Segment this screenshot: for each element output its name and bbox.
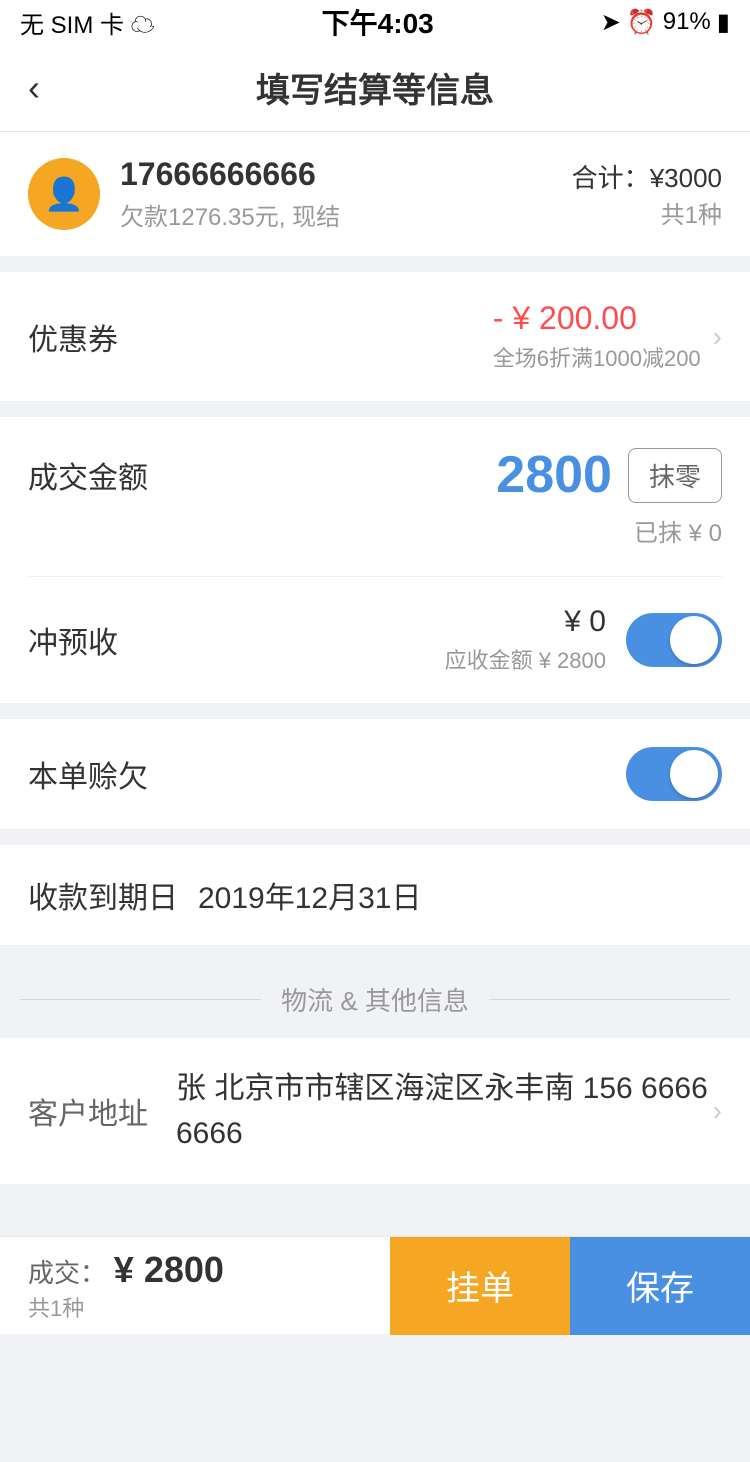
due-date-row: 收款到期日 2019年12月31日	[0, 845, 750, 945]
due-date-value: 2019年12月31日	[198, 873, 421, 917]
user-info-row: 👤 17666666666 欠款1276.35元, 现结 合计：¥3000 共1…	[0, 132, 750, 256]
save-button[interactable]: 保存	[570, 1237, 750, 1335]
deal-amount-row: 成交金额 2800 抹零 已抹 ¥ 0	[0, 417, 750, 576]
divider-line-left	[20, 999, 261, 1000]
logistics-divider: 物流 & 其他信息	[0, 961, 750, 1038]
pre-collect-row: 冲预收 ¥ 0 应收金额 ¥ 2800	[0, 577, 750, 703]
hang-button[interactable]: 挂单	[390, 1237, 570, 1335]
debit-row: 本单赊欠	[0, 719, 750, 829]
deal-amount-sub: 已抹 ¥ 0	[28, 513, 722, 548]
address-row[interactable]: 客户地址 张 北京市市辖区海淀区永丰南 156 6666 6666 ›	[0, 1038, 750, 1184]
battery-icon: ▮	[717, 8, 730, 37]
debit-toggle[interactable]	[626, 747, 722, 801]
coupon-label: 优惠券	[28, 315, 118, 359]
address-value: 张 北京市市辖区海淀区永丰南 156 6666 6666	[176, 1066, 713, 1156]
user-phone: 17666666666	[120, 156, 340, 193]
user-subtitle: 欠款1276.35元, 现结	[120, 197, 340, 232]
status-left: 无 SIM 卡 ☁	[20, 5, 155, 40]
pre-collect-sub: 应收金额 ¥ 2800	[445, 643, 606, 675]
battery-level: 91%	[663, 8, 711, 36]
total-count: 共1种	[572, 195, 722, 230]
back-button[interactable]: ‹	[28, 67, 40, 109]
round-button[interactable]: 抹零	[628, 448, 722, 503]
coupon-row[interactable]: 优惠券 - ¥ 200.00 全场6折满1000减200 ›	[0, 272, 750, 401]
pre-collect-value: ¥ 0	[445, 605, 606, 639]
pre-collect-toggle[interactable]	[626, 613, 722, 667]
nav-bar: ‹ 填写结算等信息	[0, 44, 750, 132]
page-title: 填写结算等信息	[256, 63, 494, 112]
footer-count: 共1种	[28, 1291, 362, 1323]
avatar-icon: 👤	[44, 175, 84, 213]
alarm-icon: ⏰	[627, 8, 657, 37]
due-date-label: 收款到期日	[28, 873, 178, 917]
footer-amount: ¥ 2800	[114, 1249, 224, 1290]
address-label: 客户地址	[28, 1089, 148, 1133]
total-value: ¥3000	[650, 163, 722, 193]
coupon-discount: - ¥ 200.00	[493, 300, 701, 337]
location-icon: ➤	[601, 8, 621, 37]
status-time: 下午4:03	[322, 2, 434, 42]
avatar: 👤	[28, 158, 100, 230]
debit-toggle-knob	[670, 750, 718, 798]
amount-section: 成交金额 2800 抹零 已抹 ¥ 0 冲预收 ¥ 0 应收金额 ¥ 2800	[0, 417, 750, 703]
debit-label: 本单赊欠	[28, 752, 148, 796]
deal-amount-value: 2800	[496, 445, 612, 505]
pre-collect-label: 冲预收	[28, 618, 118, 662]
divider-line-right	[489, 999, 730, 1000]
footer-info: 成交： ¥ 2800 共1种	[0, 1249, 390, 1323]
coupon-chevron-icon: ›	[713, 321, 722, 353]
deal-amount-label: 成交金额	[28, 453, 148, 497]
status-right: ➤ ⏰ 91% ▮	[601, 8, 730, 37]
address-chevron-icon: ›	[713, 1095, 722, 1127]
footer: 成交： ¥ 2800 共1种 挂单 保存	[0, 1236, 750, 1334]
logistics-divider-text: 物流 & 其他信息	[281, 981, 469, 1018]
coupon-desc: 全场6折满1000减200	[493, 341, 701, 373]
toggle-knob	[670, 616, 718, 664]
footer-deal-label: 成交：	[28, 1258, 106, 1288]
total-label: 合计：¥3000	[572, 158, 722, 195]
status-bar: 无 SIM 卡 ☁ 下午4:03 ➤ ⏰ 91% ▮	[0, 0, 750, 44]
sim-status: 无 SIM 卡 ☁	[20, 5, 155, 40]
